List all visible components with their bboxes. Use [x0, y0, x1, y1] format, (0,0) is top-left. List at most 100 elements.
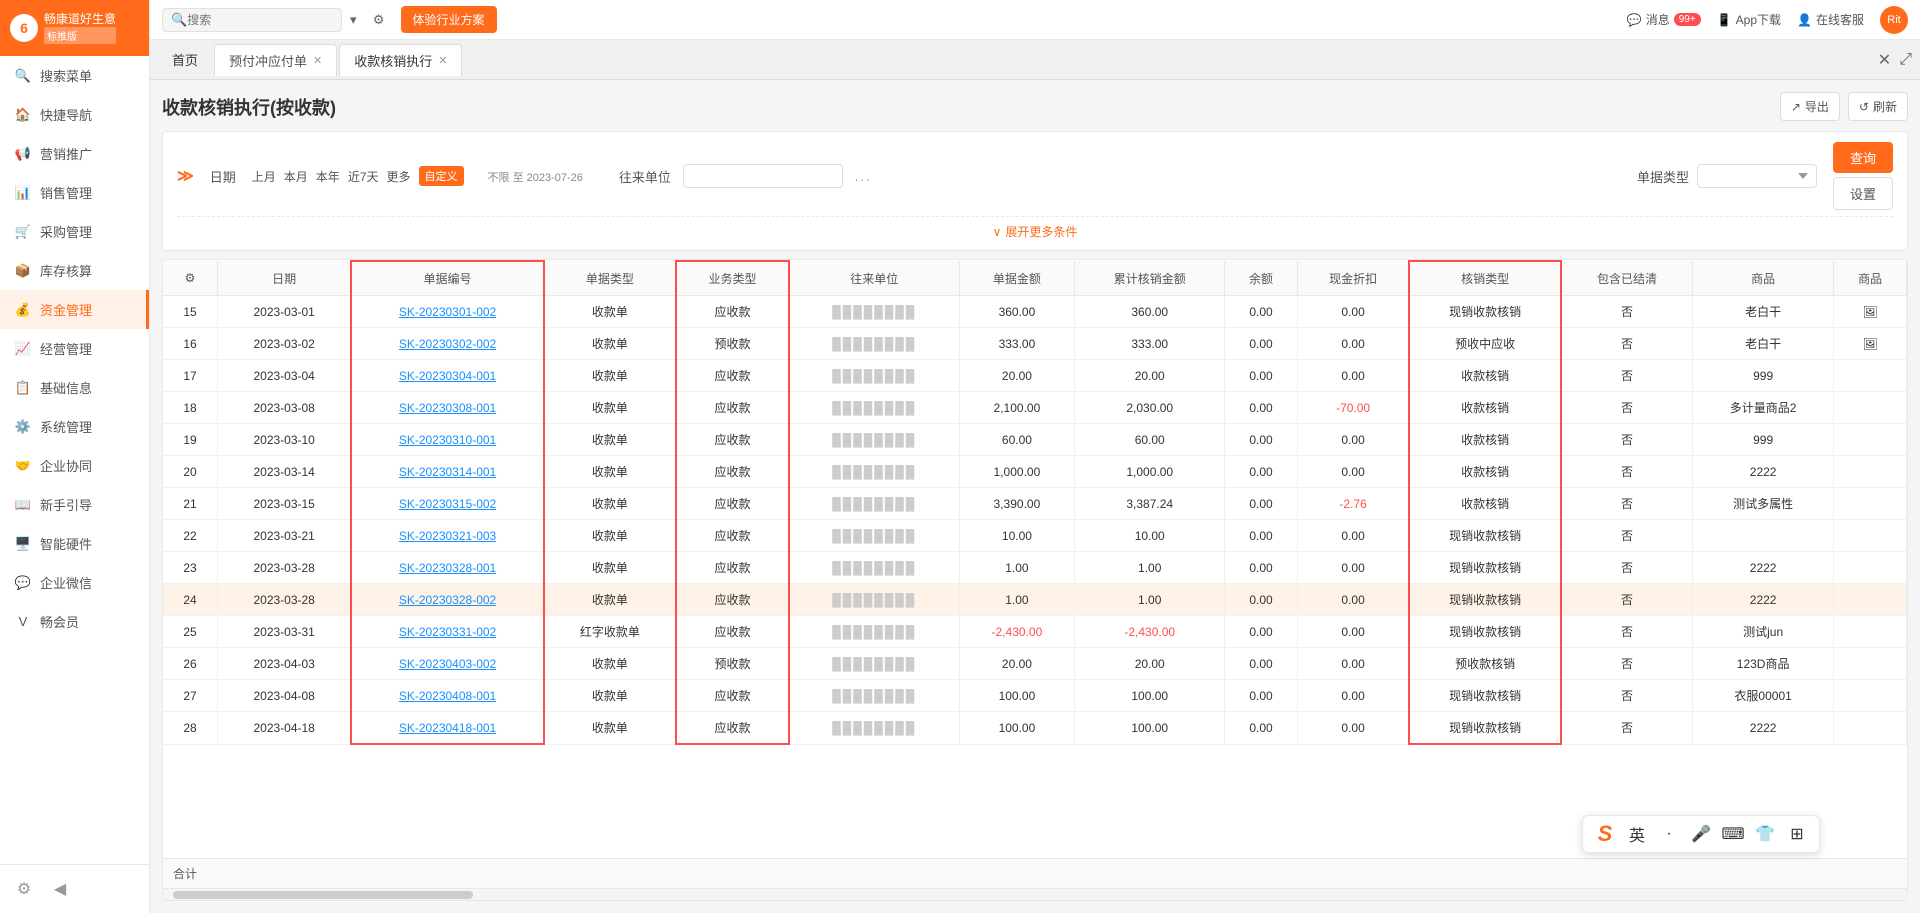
th-writeoff-type[interactable]: 核销类型 [1409, 261, 1561, 296]
service-item[interactable]: 👤 在线客服 [1797, 11, 1864, 28]
sidebar-item-search[interactable]: 🔍 搜索菜单 [0, 56, 149, 95]
expand-more-btn[interactable]: ∨ 展开更多条件 [993, 223, 1078, 240]
voucher-link[interactable]: SK-20230304-001 [399, 369, 496, 383]
sidebar-item-finance[interactable]: 💰 资金管理 [0, 290, 149, 329]
row-voucher-no[interactable]: SK-20230308-001 [351, 392, 544, 424]
th-include-settled[interactable]: 包含已结清 [1561, 261, 1692, 296]
float-shirt-icon[interactable]: 👕 [1753, 822, 1777, 846]
industry-btn[interactable]: 体验行业方案 [401, 6, 497, 33]
th-balance[interactable]: 余额 [1225, 261, 1298, 296]
voucher-link[interactable]: SK-20230408-001 [399, 689, 496, 703]
search-box[interactable]: 🔍 [162, 8, 342, 32]
float-mic-icon[interactable]: 🎤 [1689, 822, 1713, 846]
gear-icon[interactable]: ⚙ [365, 6, 393, 34]
voucher-link[interactable]: SK-20230308-001 [399, 401, 496, 415]
float-dot-icon[interactable]: · [1657, 822, 1681, 846]
sidebar-item-inventory[interactable]: 📦 库存核算 [0, 251, 149, 290]
sidebar-item-enterprise[interactable]: 🤝 企业协同 [0, 446, 149, 485]
row-voucher-no[interactable]: SK-20230328-001 [351, 552, 544, 584]
date-custom-btn[interactable]: 自定义 [419, 166, 464, 186]
voucher-link[interactable]: SK-20230418-001 [399, 721, 496, 735]
settings-button[interactable]: 设置 [1833, 177, 1893, 210]
voucher-link[interactable]: SK-20230310-001 [399, 433, 496, 447]
date-option-last-month[interactable]: 上月 [252, 168, 276, 185]
row-voucher-no[interactable]: SK-20230304-001 [351, 360, 544, 392]
user-avatar[interactable]: Rit [1880, 6, 1908, 34]
dropdown-arrow-icon[interactable]: ▾ [350, 12, 357, 28]
voucher-link[interactable]: SK-20230328-002 [399, 593, 496, 607]
voucher-link[interactable]: SK-20230315-002 [399, 497, 496, 511]
date-option-more[interactable]: 更多 [387, 168, 411, 185]
refresh-button[interactable]: ↺ 刷新 [1848, 92, 1908, 121]
row-voucher-no[interactable]: SK-20230321-003 [351, 520, 544, 552]
row-voucher-no[interactable]: SK-20230418-001 [351, 712, 544, 745]
th-voucher-type[interactable]: 单据类型 [544, 261, 676, 296]
partner-input[interactable] [683, 164, 843, 188]
sidebar-item-sales[interactable]: 📊 销售管理 [0, 173, 149, 212]
tab-prepay[interactable]: 预付冲应付单✕ [214, 44, 337, 76]
tab-home[interactable]: 首页 [158, 44, 212, 75]
app-download-item[interactable]: 📱 App下载 [1717, 11, 1781, 28]
th-cash-discount[interactable]: 现金折扣 [1297, 261, 1409, 296]
sidebar-item-hardware[interactable]: 🖥️ 智能硬件 [0, 524, 149, 563]
scrollbar-thumb[interactable] [173, 891, 473, 899]
settings-bottom-icon[interactable]: ⚙ [10, 875, 38, 903]
float-s-icon[interactable]: S [1593, 822, 1617, 846]
date-option-7days[interactable]: 近7天 [348, 168, 379, 185]
float-en-icon[interactable]: 英 [1625, 822, 1649, 846]
sidebar-item-basic[interactable]: 📋 基础信息 [0, 368, 149, 407]
voucher-link[interactable]: SK-20230302-002 [399, 337, 496, 351]
maximize-icon[interactable]: ⤢ [1899, 51, 1912, 69]
th-voucher-no[interactable]: 单据编号 [351, 261, 544, 296]
th-amount[interactable]: 单据金额 [959, 261, 1075, 296]
tab-close-prepay[interactable]: ✕ [313, 54, 322, 67]
row-voucher-no[interactable]: SK-20230310-001 [351, 424, 544, 456]
sidebar-item-quicknav[interactable]: 🏠 快捷导航 [0, 95, 149, 134]
th-date[interactable]: 日期 [218, 261, 352, 296]
row-voucher-no[interactable]: SK-20230302-002 [351, 328, 544, 360]
tab-close-writeoff[interactable]: ✕ [438, 54, 447, 67]
sidebar-item-purchase[interactable]: 🛒 采购管理 [0, 212, 149, 251]
close-window-icon[interactable]: ✕ [1878, 50, 1891, 70]
row-voucher-no[interactable]: SK-20230403-002 [351, 648, 544, 680]
row-voucher-no[interactable]: SK-20230315-002 [351, 488, 544, 520]
date-option-this-month[interactable]: 本月 [284, 168, 308, 185]
row-voucher-no[interactable]: SK-20230314-001 [351, 456, 544, 488]
sidebar-item-operations[interactable]: 📈 经营管理 [0, 329, 149, 368]
voucher-link[interactable]: SK-20230328-001 [399, 561, 496, 575]
query-button[interactable]: 查询 [1833, 142, 1893, 173]
th-settings[interactable]: ⚙ [163, 261, 218, 296]
horizontal-scrollbar[interactable] [163, 888, 1907, 900]
table-header-row: ⚙ 日期 单据编号 单据类型 业务类型 往来单位 单据金额 累计核销金额 余额 … [163, 261, 1907, 296]
float-keyboard-icon[interactable]: ⌨ [1721, 822, 1745, 846]
th-writeoff-total[interactable]: 累计核销金额 [1075, 261, 1225, 296]
sidebar-item-guide[interactable]: 📖 新手引导 [0, 485, 149, 524]
th-partner[interactable]: 往来单位 [789, 261, 959, 296]
date-option-this-year[interactable]: 本年 [316, 168, 340, 185]
sidebar-label-enterprise: 企业协同 [40, 456, 92, 475]
sidebar-item-system[interactable]: ⚙️ 系统管理 [0, 407, 149, 446]
voucher-link[interactable]: SK-20230403-002 [399, 657, 496, 671]
filter-expand-icon[interactable]: ≫ [177, 166, 194, 186]
voucher-link[interactable]: SK-20230331-002 [399, 625, 496, 639]
messages-item[interactable]: 💬 消息 99+ [1627, 11, 1701, 28]
row-voucher-no[interactable]: SK-20230328-002 [351, 584, 544, 616]
sidebar-item-marketing[interactable]: 📢 营销推广 [0, 134, 149, 173]
th-product[interactable]: 商品 [1692, 261, 1833, 296]
sidebar-item-wechat[interactable]: 💬 企业微信 [0, 563, 149, 602]
voucher-link[interactable]: SK-20230314-001 [399, 465, 496, 479]
collapse-icon[interactable]: ◀ [46, 875, 74, 903]
float-grid-icon[interactable]: ⊞ [1785, 822, 1809, 846]
voucher-type-select[interactable] [1697, 164, 1817, 188]
row-voucher-no[interactable]: SK-20230331-002 [351, 616, 544, 648]
export-button[interactable]: ↗ 导出 [1780, 92, 1840, 121]
search-input[interactable] [187, 13, 327, 27]
row-voucher-no[interactable]: SK-20230301-002 [351, 296, 544, 328]
voucher-link[interactable]: SK-20230301-002 [399, 305, 496, 319]
tab-writeoff[interactable]: 收款核销执行✕ [339, 44, 462, 76]
th-product2[interactable]: 商品 [1834, 261, 1907, 296]
sidebar-item-member[interactable]: V 畅会员 [0, 602, 149, 641]
th-biz-type[interactable]: 业务类型 [676, 261, 789, 296]
voucher-link[interactable]: SK-20230321-003 [399, 529, 496, 543]
row-voucher-no[interactable]: SK-20230408-001 [351, 680, 544, 712]
